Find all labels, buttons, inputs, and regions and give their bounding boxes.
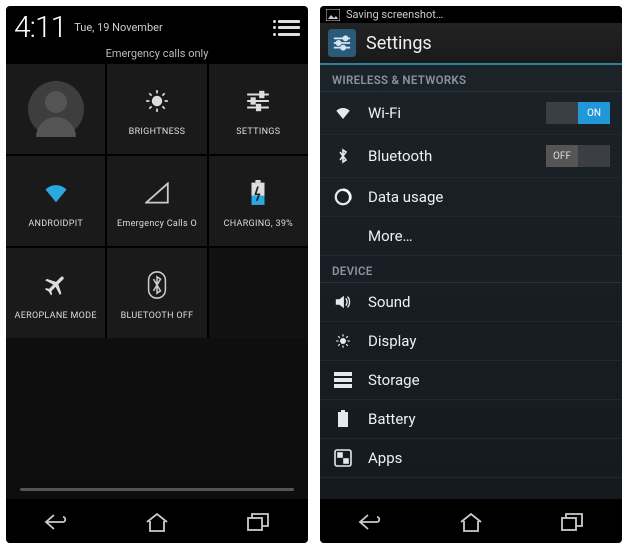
- row-label: Wi-Fi: [368, 104, 546, 122]
- signal-tile[interactable]: Emergency Calls O: [107, 156, 206, 246]
- row-sound[interactable]: Sound: [320, 283, 622, 322]
- brightness-icon: [144, 81, 170, 121]
- wifi-tile[interactable]: ANDROIDPIT: [6, 156, 105, 246]
- navigation-bar: [6, 499, 308, 543]
- emergency-banner: Emergency calls only: [6, 47, 308, 64]
- back-button[interactable]: [356, 508, 384, 536]
- row-bluetooth[interactable]: Bluetooth OFF: [320, 135, 622, 178]
- sound-icon: [332, 294, 354, 310]
- user-tile[interactable]: [6, 64, 105, 154]
- signal-icon: [145, 173, 169, 213]
- airplane-tile[interactable]: AEROPLANE MODE: [6, 248, 105, 338]
- storage-icon: [332, 372, 354, 388]
- apps-icon: [332, 449, 354, 467]
- wifi-toggle[interactable]: ON: [546, 102, 610, 124]
- bluetooth-toggle[interactable]: OFF: [546, 145, 610, 167]
- tile-label: ANDROIDPIT: [28, 219, 83, 229]
- recent-apps-button[interactable]: [244, 508, 272, 536]
- row-label: Apps: [368, 449, 610, 467]
- date-label: Tue, 19 November: [74, 21, 162, 34]
- home-button[interactable]: [457, 508, 485, 536]
- row-wifi[interactable]: Wi-Fi ON: [320, 92, 622, 135]
- back-button[interactable]: [42, 508, 70, 536]
- display-icon: [332, 332, 354, 350]
- airplane-icon: [43, 265, 69, 305]
- row-label: Storage: [368, 371, 610, 389]
- section-device: DEVICE: [320, 256, 622, 283]
- tile-label: CHARGING, 39%: [224, 219, 294, 229]
- section-wireless-networks: WIRELESS & NETWORKS: [320, 65, 622, 92]
- row-label: Battery: [368, 410, 610, 428]
- recent-apps-button[interactable]: [558, 508, 586, 536]
- status-bar: Saving screenshot…: [320, 6, 622, 23]
- row-label: Data usage: [368, 188, 610, 206]
- settings-tile[interactable]: SETTINGS: [209, 64, 308, 154]
- data-usage-icon: [332, 188, 354, 206]
- empty-tile: [209, 248, 308, 338]
- battery-tile[interactable]: CHARGING, 39%: [209, 156, 308, 246]
- row-display[interactable]: Display: [320, 322, 622, 361]
- row-label: Sound: [368, 293, 610, 311]
- sliders-icon: [245, 81, 271, 121]
- tile-label: AEROPLANE MODE: [15, 311, 97, 321]
- quick-settings-screen: 4:11 Tue, 19 November Emergency calls on…: [6, 6, 308, 543]
- tile-label: Emergency Calls O: [117, 219, 197, 229]
- battery-icon: [332, 410, 354, 428]
- wifi-icon: [42, 173, 70, 213]
- settings-header: Settings: [320, 23, 622, 65]
- notifications-toggle-icon[interactable]: [278, 20, 300, 36]
- settings-screen: Saving screenshot… Settings WIRELESS & N…: [320, 6, 622, 543]
- panel-handle[interactable]: [20, 488, 294, 491]
- tile-label: BLUETOOTH OFF: [121, 311, 194, 321]
- row-label: Bluetooth: [368, 147, 546, 165]
- settings-app-icon: [328, 29, 356, 57]
- row-label: More…: [368, 227, 610, 245]
- saving-label: Saving screenshot…: [346, 8, 443, 21]
- quick-settings-grid: BRIGHTNESS SETTINGS ANDROIDPIT Emergency…: [6, 64, 308, 338]
- row-storage[interactable]: Storage: [320, 361, 622, 400]
- brightness-tile[interactable]: BRIGHTNESS: [107, 64, 206, 154]
- tile-label: BRIGHTNESS: [129, 127, 186, 137]
- wifi-icon: [332, 106, 354, 120]
- home-button[interactable]: [143, 508, 171, 536]
- settings-list[interactable]: WIRELESS & NETWORKS Wi-Fi ON Bluetooth O…: [320, 65, 622, 499]
- bluetooth-icon: [147, 265, 167, 305]
- clock: 4:11: [14, 10, 66, 45]
- row-more[interactable]: More…: [320, 217, 622, 256]
- bluetooth-tile[interactable]: BLUETOOTH OFF: [107, 248, 206, 338]
- status-bar: 4:11 Tue, 19 November: [6, 6, 308, 47]
- row-battery[interactable]: Battery: [320, 400, 622, 439]
- bluetooth-icon: [332, 147, 354, 165]
- navigation-bar: [320, 499, 622, 543]
- image-icon: [326, 9, 340, 21]
- page-title: Settings: [366, 33, 432, 54]
- tile-label: SETTINGS: [236, 127, 280, 137]
- row-apps[interactable]: Apps: [320, 439, 622, 478]
- battery-charging-icon: [250, 173, 266, 213]
- user-avatar-icon: [28, 81, 84, 137]
- row-data-usage[interactable]: Data usage: [320, 178, 622, 217]
- row-label: Display: [368, 332, 610, 350]
